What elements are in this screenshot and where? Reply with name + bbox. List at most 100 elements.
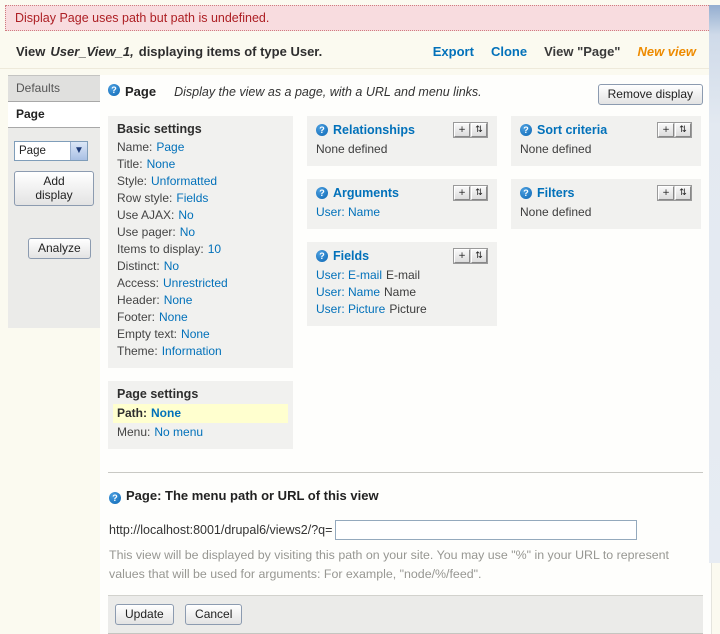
- setting-label: Footer:: [117, 310, 156, 324]
- view-page-link[interactable]: View "Page": [544, 44, 620, 59]
- setting-label: Header:: [117, 293, 160, 307]
- page-settings-title: Page settings: [117, 387, 199, 401]
- analyze-button[interactable]: Analyze: [28, 238, 91, 259]
- display-header: ? Page Display the view as a page, with …: [100, 75, 711, 114]
- field-item-label: Picture: [389, 302, 427, 316]
- setting-label: Row style:: [117, 191, 173, 205]
- setting-value-link[interactable]: None: [164, 293, 193, 307]
- basic-settings-box: Basic settings Name: Page Title: None Styl…: [108, 116, 293, 368]
- filters-empty-text: None defined: [520, 205, 592, 219]
- setting-value-link[interactable]: None: [147, 157, 176, 171]
- add-display-button[interactable]: Add display: [14, 171, 94, 206]
- menu-value-link[interactable]: No menu: [154, 425, 203, 439]
- display-type-select[interactable]: Page ▼: [14, 141, 88, 161]
- setting-label: Access:: [117, 276, 160, 290]
- setting-value-link[interactable]: No: [180, 225, 195, 239]
- setting-value-link[interactable]: None: [159, 310, 188, 324]
- display-description: Display the view as a page, with a URL a…: [174, 85, 482, 99]
- export-link[interactable]: Export: [433, 44, 474, 59]
- setting-value-link[interactable]: Page: [156, 140, 184, 154]
- setting-value-link[interactable]: None: [181, 327, 210, 341]
- relationships-panel: ? Relationships + ⇅ None defined: [307, 116, 497, 166]
- fields-panel: ? Fields + ⇅ User: E-mail E-mail User: Na…: [307, 242, 497, 326]
- panel-buttons: + ⇅: [453, 185, 488, 201]
- setting-value-link[interactable]: No: [178, 208, 193, 222]
- setting-label: Empty text:: [117, 327, 178, 341]
- remove-display-button[interactable]: Remove display: [597, 84, 703, 105]
- update-button[interactable]: Update: [115, 604, 174, 626]
- sort-criteria-title-link[interactable]: Sort criteria: [537, 123, 607, 137]
- path-setting-row: Path: None: [113, 404, 288, 423]
- display-tabs-sidebar: Defaults Page Page ▼ Add display Analyze: [8, 75, 100, 634]
- view-action-links: Export Clone View "Page" New view: [433, 44, 696, 59]
- add-icon-button[interactable]: +: [454, 249, 470, 263]
- panel-buttons: + ⇅: [453, 248, 488, 264]
- field-item-link[interactable]: User: Picture: [316, 302, 385, 316]
- help-icon[interactable]: ?: [108, 84, 120, 96]
- setting-value-link[interactable]: Information: [162, 344, 222, 358]
- relationships-title-link[interactable]: Relationships: [333, 123, 415, 137]
- display-edit-main: ? Page Display the view as a page, with …: [100, 75, 712, 634]
- clone-link[interactable]: Clone: [491, 44, 527, 59]
- new-view-link[interactable]: New view: [637, 44, 696, 59]
- cancel-button[interactable]: Cancel: [185, 604, 243, 626]
- page-settings-box: Page settings Path: None Menu: No menu: [108, 381, 293, 449]
- setting-row-style: Style: Unformatted: [117, 173, 284, 190]
- path-field-description: This view will be displayed by visiting …: [109, 548, 669, 581]
- field-item: User: Name Name: [316, 284, 488, 301]
- setting-value-link[interactable]: Unrestricted: [163, 276, 228, 290]
- setting-value-link[interactable]: Unformatted: [151, 174, 217, 188]
- page-edge: [709, 5, 720, 563]
- menu-label: Menu:: [117, 425, 151, 439]
- help-icon[interactable]: ?: [316, 124, 328, 136]
- column-right: ? Sort criteria + ⇅ None defined ? Filte…: [511, 116, 701, 242]
- setting-row-header: Header: None: [117, 292, 284, 309]
- help-icon[interactable]: ?: [316, 250, 328, 262]
- setting-row-row-style: Row style: Fields: [117, 190, 284, 207]
- tab-page[interactable]: Page: [8, 102, 100, 128]
- rearrange-icon-button[interactable]: ⇅: [675, 186, 691, 200]
- help-icon[interactable]: ?: [520, 187, 532, 199]
- fields-title-link[interactable]: Fields: [333, 249, 369, 263]
- setting-label: Use AJAX:: [117, 208, 175, 222]
- sort-criteria-empty-text: None defined: [520, 142, 592, 156]
- path-value-link[interactable]: None: [151, 406, 181, 420]
- setting-row-title: Title: None: [117, 156, 284, 173]
- rearrange-icon-button[interactable]: ⇅: [675, 123, 691, 137]
- help-icon[interactable]: ?: [316, 187, 328, 199]
- setting-value-link[interactable]: 10: [208, 242, 221, 256]
- setting-row-items: Items to display: 10: [117, 241, 284, 258]
- rearrange-icon-button[interactable]: ⇅: [471, 186, 487, 200]
- add-icon-button[interactable]: +: [454, 123, 470, 137]
- setting-label: Name:: [117, 140, 153, 154]
- argument-item-link[interactable]: User: Name: [316, 205, 380, 219]
- add-icon-button[interactable]: +: [658, 123, 674, 137]
- help-icon[interactable]: ?: [520, 124, 532, 136]
- setting-row-use-pager: Use pager: No: [117, 224, 284, 241]
- setting-row-footer: Footer: None: [117, 309, 284, 326]
- sort-criteria-panel: ? Sort criteria + ⇅ None defined: [511, 116, 701, 166]
- rearrange-icon-button[interactable]: ⇅: [471, 123, 487, 137]
- field-item: User: Picture Picture: [316, 301, 488, 318]
- edit-pane-title: ? Page: The menu path or URL of this view: [108, 488, 703, 504]
- settings-columns: Basic settings Name: Page Title: None Styl…: [100, 114, 711, 462]
- edit-pane-title-text: Page: The menu path or URL of this view: [126, 488, 379, 503]
- help-icon[interactable]: ?: [109, 492, 121, 504]
- column-basic-settings: Basic settings Name: Page Title: None Styl…: [108, 116, 293, 462]
- path-input[interactable]: [335, 520, 638, 540]
- view-name: User_View_1,: [50, 44, 134, 59]
- tab-defaults[interactable]: Defaults: [8, 75, 100, 102]
- add-icon-button[interactable]: +: [454, 186, 470, 200]
- path-edit-pane: ? Page: The menu path or URL of this view…: [108, 472, 703, 634]
- field-item-link[interactable]: User: Name: [316, 285, 380, 299]
- chevron-down-icon: ▼: [70, 142, 87, 160]
- setting-value-link[interactable]: No: [164, 259, 179, 273]
- arguments-title-link[interactable]: Arguments: [333, 186, 399, 200]
- rearrange-icon-button[interactable]: ⇅: [471, 249, 487, 263]
- add-icon-button[interactable]: +: [658, 186, 674, 200]
- setting-value-link[interactable]: Fields: [176, 191, 208, 205]
- field-item-link[interactable]: User: E-mail: [316, 268, 382, 282]
- error-message: Display Page uses path but path is undef…: [5, 5, 711, 31]
- filters-title-link[interactable]: Filters: [537, 186, 575, 200]
- display-type-select-value: Page: [19, 145, 46, 157]
